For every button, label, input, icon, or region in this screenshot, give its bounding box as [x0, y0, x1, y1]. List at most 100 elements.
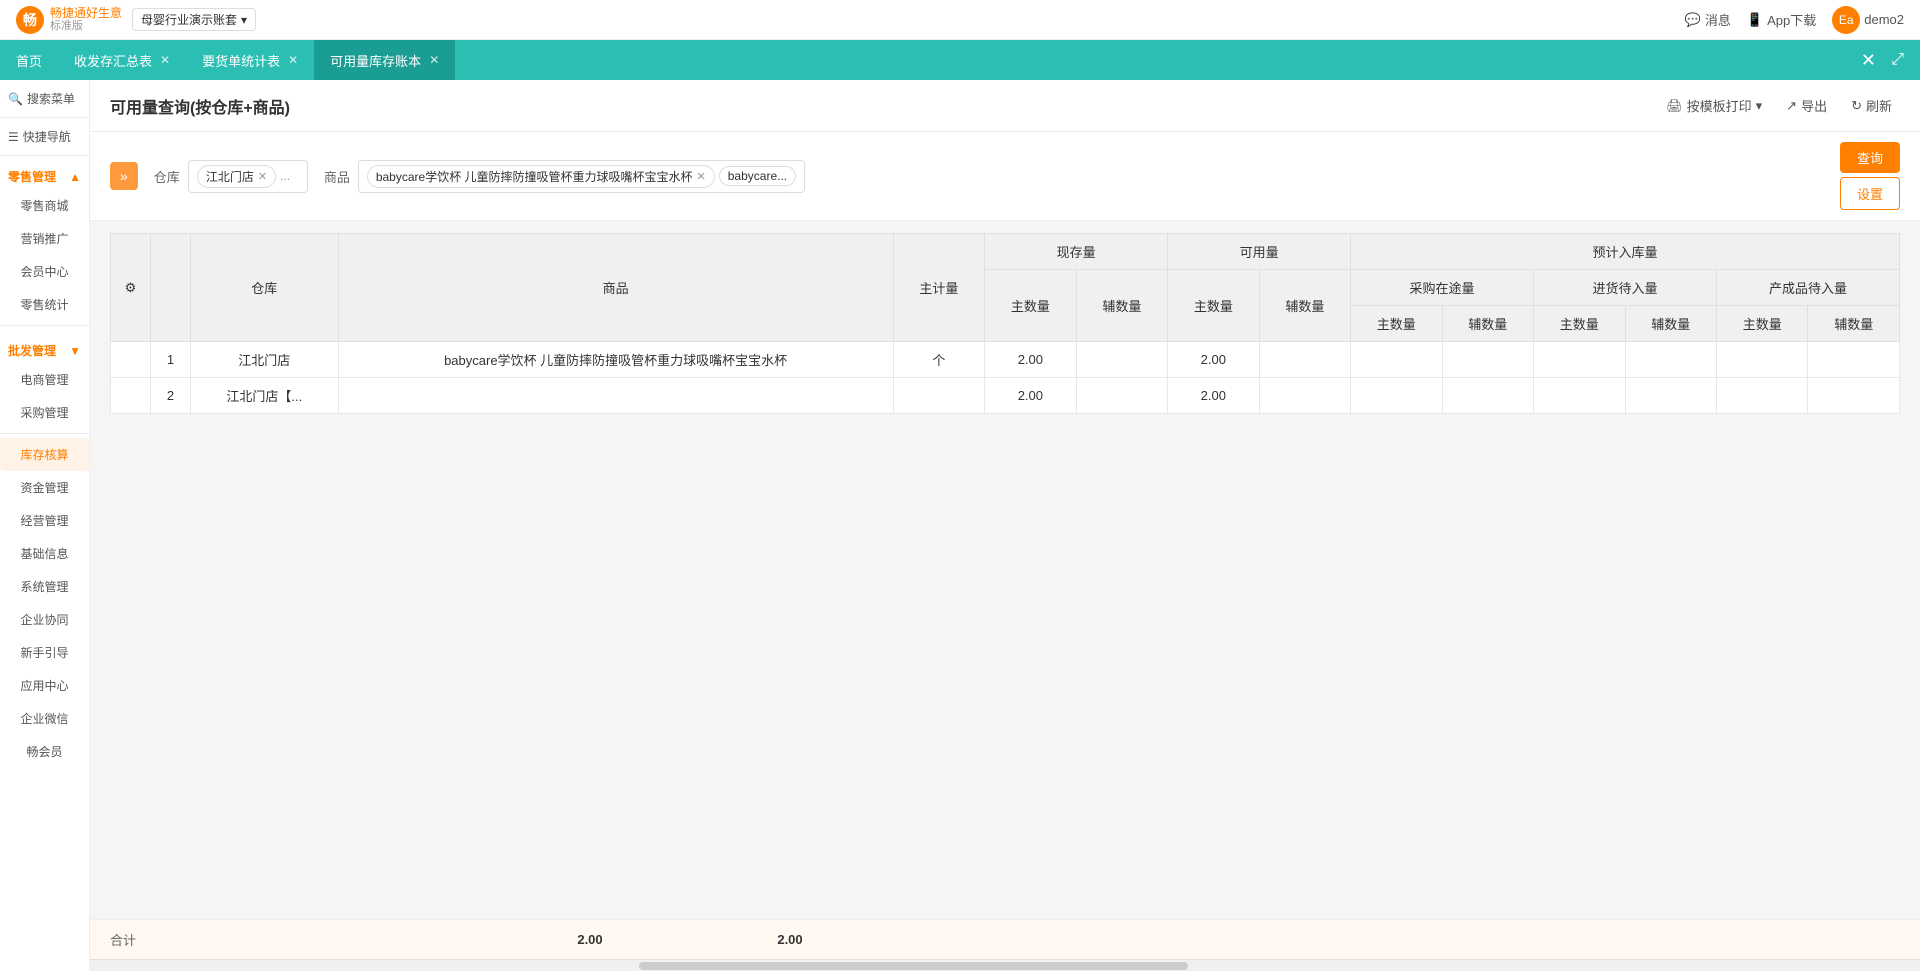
content-area: 可用量查询(按仓库+商品) 🖨 按模板打印 ▾ ↗ 导出 ↻ 刷新 »	[90, 80, 1920, 971]
nav-icon: ☰	[8, 130, 19, 144]
setting-button[interactable]: 设置	[1840, 177, 1900, 210]
sidebar-item-app-center[interactable]: 应用中心	[0, 669, 89, 702]
col-production-main	[1717, 378, 1808, 414]
col-warehouse: 江北门店【...	[191, 378, 339, 414]
sidebar-item-ecommerce[interactable]: 电商管理	[8, 363, 81, 396]
col-stock-aux	[1076, 378, 1167, 414]
print-button[interactable]: 🖨 按模板打印 ▾	[1658, 92, 1770, 119]
settings-col-header[interactable]: ⚙	[111, 234, 151, 342]
refresh-button[interactable]: ↻ 刷新	[1843, 92, 1900, 119]
product-tag-2: babycare...	[719, 166, 796, 186]
sidebar-item-basic-info[interactable]: 基础信息	[0, 537, 89, 570]
warehouse-tag: 江北门店 ✕	[197, 165, 276, 188]
col-index: 1	[151, 342, 191, 378]
query-button[interactable]: 查询	[1840, 142, 1900, 173]
export-icon: ↗	[1786, 98, 1797, 114]
product-label: 商品	[324, 167, 350, 186]
col-avail-main: 2.00	[1168, 378, 1259, 414]
col-stock-aux	[1076, 342, 1167, 378]
sidebar-item-wechat[interactable]: 企业微信	[0, 702, 89, 735]
production-group-header: 产成品待入量	[1717, 270, 1900, 306]
footer-stock-main: 2.00	[530, 932, 650, 947]
user-menu[interactable]: Ea demo2	[1832, 6, 1904, 34]
refresh-icon: ↻	[1851, 98, 1862, 114]
scrollbar-area[interactable]	[90, 959, 1920, 971]
col-purchase-aux	[1442, 378, 1533, 414]
footer-values: 2.00 2.00	[230, 932, 850, 947]
sidebar-quick-nav[interactable]: ☰ 快捷导航	[0, 118, 89, 156]
export-button[interactable]: ↗ 导出	[1778, 92, 1835, 119]
avail-main-header: 主数量	[1168, 270, 1259, 342]
col-production-aux	[1808, 342, 1900, 378]
more-options[interactable]: ...	[280, 169, 290, 183]
col-production-main	[1717, 342, 1808, 378]
purchase-aux-header: 辅数量	[1442, 306, 1533, 342]
incoming-group-header: 进货待入量	[1534, 270, 1717, 306]
sidebar-item-retail-stats[interactable]: 零售统计	[8, 288, 81, 321]
col-avail-main: 2.00	[1168, 342, 1259, 378]
filter-bar: » 仓库 江北门店 ✕ ... 商品 babycare学饮杯 儿童防摔防撞吸管杯…	[90, 132, 1920, 221]
chevron-icon: ▲	[69, 170, 81, 184]
col-index: 2	[151, 378, 191, 414]
sidebar: 🔍 搜索菜单 ☰ 快捷导航 零售管理 ▲ 零售商城 营销推广 会员中心 零售统计…	[0, 80, 90, 971]
avail-aux-header: 辅数量	[1259, 270, 1350, 342]
chevron-down-icon: ▾	[241, 13, 247, 27]
product-input[interactable]: babycare学饮杯 儿童防摔防撞吸管杯重力球吸嘴杯宝宝水杯 ✕ babyca…	[358, 160, 805, 193]
filter-toggle-button[interactable]: »	[110, 162, 138, 190]
sidebar-item-inventory[interactable]: 库存核算	[0, 438, 89, 471]
sidebar-item-finance[interactable]: 资金管理	[0, 471, 89, 504]
col-incoming-aux	[1625, 378, 1716, 414]
table-footer: 合计 2.00 2.00	[90, 919, 1920, 959]
sidebar-item-purchase[interactable]: 采购管理	[8, 396, 81, 429]
tab-order-stats[interactable]: 要货单统计表 ✕	[186, 40, 314, 80]
sidebar-item-guide[interactable]: 新手引导	[0, 636, 89, 669]
close-all-tabs[interactable]: ✕	[1853, 40, 1884, 80]
sidebar-item-retail-mall[interactable]: 零售商城	[8, 189, 81, 222]
sidebar-item-marketing[interactable]: 营销推广	[8, 222, 81, 255]
tab-available-inventory[interactable]: 可用量库存账本 ✕	[314, 40, 455, 80]
sidebar-item-member[interactable]: 畅会员	[0, 735, 89, 768]
col-purchase-aux	[1442, 342, 1533, 378]
purchase-group-header: 采购在途量	[1351, 270, 1534, 306]
col-production-aux	[1808, 378, 1900, 414]
remove-product-tag-1[interactable]: ✕	[697, 170, 706, 183]
sidebar-section-retail-header[interactable]: 零售管理 ▲	[8, 164, 81, 189]
col-warehouse: 江北门店	[191, 342, 339, 378]
download-icon: 📱	[1747, 12, 1763, 28]
app-download-button[interactable]: 📱 App下载	[1747, 10, 1816, 29]
logo-text: 畅捷通好生意 标准版	[50, 6, 122, 34]
top-bar: 畅 畅捷通好生意 标准版 母婴行业演示账套 ▾ 💬 消息 📱 App下载 Ea …	[0, 0, 1920, 40]
expand-icon[interactable]: ⤢	[1883, 40, 1912, 80]
page-header: 可用量查询(按仓库+商品) 🖨 按模板打印 ▾ ↗ 导出 ↻ 刷新	[90, 80, 1920, 132]
close-tab-1[interactable]: ✕	[160, 53, 170, 67]
nav-tabs: 首页 收发存汇总表 ✕ 要货单统计表 ✕ 可用量库存账本 ✕ ✕ ⤢	[0, 40, 1920, 80]
account-selector[interactable]: 母婴行业演示账套 ▾	[132, 8, 256, 31]
sidebar-section-wholesale-header[interactable]: 批发管理 ▼	[8, 338, 81, 363]
warehouse-input[interactable]: 江北门店 ✕ ...	[188, 160, 308, 193]
col-incoming-main	[1534, 378, 1625, 414]
warehouse-filter: 仓库 江北门店 ✕ ...	[154, 160, 308, 193]
sidebar-item-operations[interactable]: 经营管理	[0, 504, 89, 537]
col-purchase-main	[1351, 378, 1442, 414]
scrollbar-thumb[interactable]	[639, 962, 1188, 970]
page-actions: 🖨 按模板打印 ▾ ↗ 导出 ↻ 刷新	[1658, 92, 1900, 119]
stock-group-header: 现存量	[985, 234, 1168, 270]
print-icon: 🖨	[1666, 98, 1683, 114]
footer-label: 合计	[110, 930, 230, 949]
incoming-main-header: 主数量	[1534, 306, 1625, 342]
sidebar-item-system[interactable]: 系统管理	[0, 570, 89, 603]
sidebar-item-enterprise[interactable]: 企业协同	[0, 603, 89, 636]
remove-warehouse-tag[interactable]: ✕	[258, 170, 267, 183]
sidebar-item-members[interactable]: 会员中心	[8, 255, 81, 288]
tab-receive-summary[interactable]: 收发存汇总表 ✕	[58, 40, 186, 80]
footer-avail-main: 2.00	[730, 932, 850, 947]
chevron-icon: ▼	[69, 344, 81, 358]
close-tab-3[interactable]: ✕	[429, 53, 439, 67]
main-layout: 🔍 搜索菜单 ☰ 快捷导航 零售管理 ▲ 零售商城 营销推广 会员中心 零售统计…	[0, 80, 1920, 971]
close-tab-2[interactable]: ✕	[288, 53, 298, 67]
sidebar-search[interactable]: 🔍 搜索菜单	[0, 80, 89, 118]
messages-button[interactable]: 💬 消息	[1685, 10, 1731, 29]
logo-icon: 畅	[16, 6, 44, 34]
table-row: 1 江北门店 babycare学饮杯 儿童防摔防撞吸管杯重力球吸嘴杯宝宝水杯 个…	[111, 342, 1900, 378]
tab-home[interactable]: 首页	[0, 40, 58, 80]
